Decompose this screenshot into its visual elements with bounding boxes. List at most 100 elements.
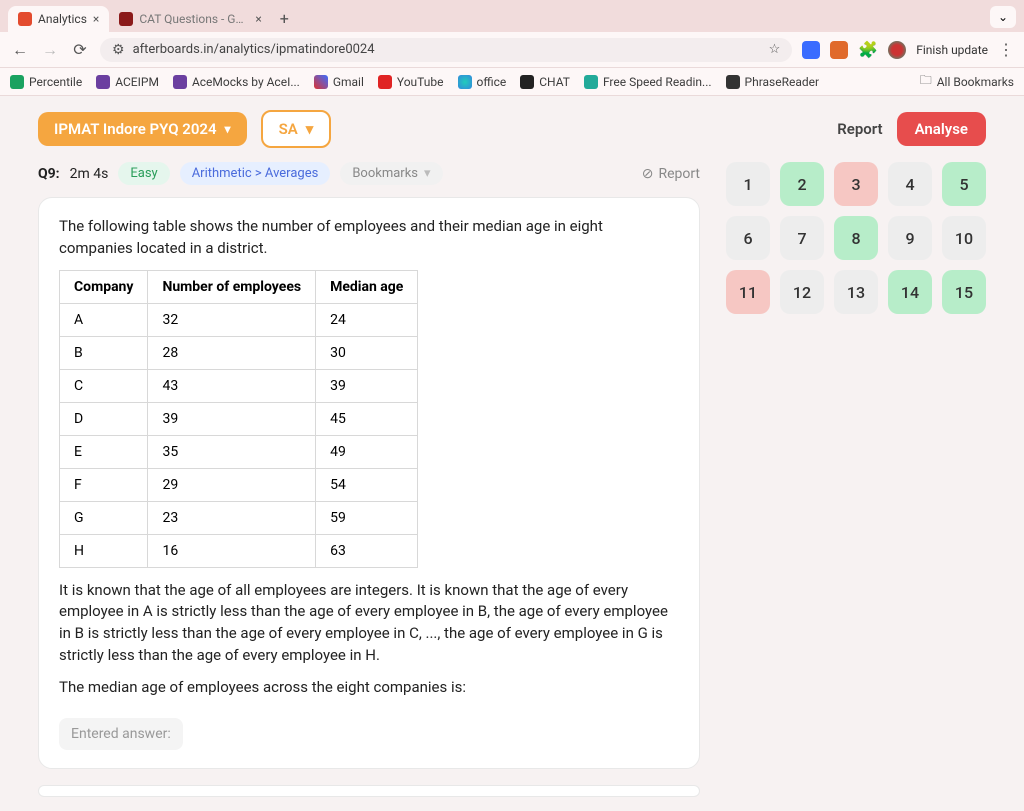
menu-icon[interactable]: ⋮ <box>998 40 1014 59</box>
exam-selector[interactable]: IPMAT Indore PYQ 2024 ▾ <box>38 112 247 146</box>
table-cell: 54 <box>316 468 418 501</box>
chevron-down-icon: ▾ <box>306 120 314 138</box>
back-button[interactable]: ← <box>10 40 30 60</box>
favicon-cat <box>119 12 133 26</box>
table-row: G2359 <box>60 501 418 534</box>
extension-icon-2[interactable] <box>830 41 848 59</box>
bookmark-phrasereader[interactable]: PhraseReader <box>726 75 820 89</box>
address-bar[interactable]: ⚙ afterboards.in/analytics/ipmatindore00… <box>100 38 792 62</box>
question-nav-8[interactable]: 8 <box>834 216 878 260</box>
table-cell: 45 <box>316 402 418 435</box>
forward-button: → <box>40 40 60 60</box>
bookmarks-chip[interactable]: Bookmarks ▾ <box>340 162 442 185</box>
question-nav: 123456789101112131415 <box>726 162 986 797</box>
table-row: A3224 <box>60 303 418 336</box>
table-cell: 16 <box>148 534 316 567</box>
tab-analytics[interactable]: Analytics × <box>8 6 109 32</box>
bookmark-percentile[interactable]: Percentile <box>10 75 82 89</box>
tab-dropdown[interactable]: ⌄ <box>990 6 1016 28</box>
table-cell: 43 <box>148 369 316 402</box>
bookmark-chat[interactable]: CHAT <box>520 75 570 89</box>
table-row: F2954 <box>60 468 418 501</box>
table-cell: H <box>60 534 148 567</box>
data-table: CompanyNumber of employeesMedian age A32… <box>59 270 418 568</box>
table-cell: 39 <box>148 402 316 435</box>
entered-answer-label: Entered answer: <box>71 726 171 742</box>
question-nav-9[interactable]: 9 <box>888 216 932 260</box>
table-cell: E <box>60 435 148 468</box>
chevron-down-icon: ▾ <box>424 166 431 181</box>
table-row: E3549 <box>60 435 418 468</box>
report-question[interactable]: ⊘ Report <box>642 166 700 182</box>
table-cell: 29 <box>148 468 316 501</box>
bookmark-gmail[interactable]: Gmail <box>314 75 364 89</box>
table-cell: 24 <box>316 303 418 336</box>
question-intro: The following table shows the number of … <box>59 216 679 260</box>
bookmark-acemocks[interactable]: AceMocks by AceI... <box>173 75 300 89</box>
question-nav-2[interactable]: 2 <box>780 162 824 206</box>
bookmark-aceipm[interactable]: ACEIPM <box>96 75 159 89</box>
question-meta: Q9: 2m 4s Easy Arithmetic > Averages Boo… <box>38 162 700 185</box>
question-nav-14[interactable]: 14 <box>888 270 932 314</box>
folder-icon: 🗀 <box>920 71 932 92</box>
extension-icon-1[interactable] <box>802 41 820 59</box>
extensions-icon[interactable]: 🧩 <box>858 40 878 59</box>
question-para1: It is known that the age of all employee… <box>59 580 679 667</box>
bookmark-star-icon[interactable]: ☆ <box>769 42 781 57</box>
alert-icon: ⊘ <box>642 166 654 182</box>
difficulty-chip: Easy <box>118 162 169 185</box>
question-nav-12[interactable]: 12 <box>780 270 824 314</box>
question-time: 2m 4s <box>70 166 109 182</box>
question-nav-4[interactable]: 4 <box>888 162 932 206</box>
profile-avatar[interactable] <box>888 41 906 59</box>
table-cell: 32 <box>148 303 316 336</box>
bookmark-youtube[interactable]: YouTube <box>378 75 444 89</box>
table-cell: B <box>60 336 148 369</box>
bookmark-office[interactable]: office <box>458 75 507 89</box>
question-para2: The median age of employees across the e… <box>59 677 679 699</box>
bookmarks-bar: Percentile ACEIPM AceMocks by AceI... Gm… <box>0 68 1024 96</box>
entered-answer: Entered answer: <box>59 718 183 750</box>
table-cell: 30 <box>316 336 418 369</box>
question-nav-7[interactable]: 7 <box>780 216 824 260</box>
question-nav-5[interactable]: 5 <box>942 162 986 206</box>
section-selector[interactable]: SA ▾ <box>261 110 332 148</box>
table-header: Company <box>60 270 148 303</box>
table-cell: G <box>60 501 148 534</box>
reload-button[interactable]: ⟳ <box>70 40 90 59</box>
question-nav-10[interactable]: 10 <box>942 216 986 260</box>
table-cell: 23 <box>148 501 316 534</box>
table-cell: 28 <box>148 336 316 369</box>
table-cell: 35 <box>148 435 316 468</box>
question-nav-13[interactable]: 13 <box>834 270 878 314</box>
table-cell: D <box>60 402 148 435</box>
question-nav-6[interactable]: 6 <box>726 216 770 260</box>
table-cell: 49 <box>316 435 418 468</box>
all-bookmarks[interactable]: 🗀All Bookmarks <box>920 71 1014 92</box>
table-cell: 59 <box>316 501 418 534</box>
url-text: afterboards.in/analytics/ipmatindore0024 <box>133 42 375 57</box>
bookmark-freespeed[interactable]: Free Speed Readin... <box>584 75 712 89</box>
browser-toolbar: ← → ⟳ ⚙ afterboards.in/analytics/ipmatin… <box>0 32 1024 68</box>
close-icon[interactable]: × <box>93 12 99 26</box>
question-id: Q9: <box>38 166 60 182</box>
tab-cat-questions[interactable]: CAT Questions - Geometry C × <box>109 6 271 32</box>
report-label: Report <box>658 166 700 182</box>
exam-label: IPMAT Indore PYQ 2024 <box>54 120 217 138</box>
favicon-analytics <box>18 12 32 26</box>
question-nav-1[interactable]: 1 <box>726 162 770 206</box>
browser-tabstrip: Analytics × CAT Questions - Geometry C ×… <box>0 0 1024 32</box>
question-nav-11[interactable]: 11 <box>726 270 770 314</box>
analyse-tab[interactable]: Analyse <box>897 112 986 146</box>
question-nav-15[interactable]: 15 <box>942 270 986 314</box>
close-icon[interactable]: × <box>255 12 261 26</box>
report-tab[interactable]: Report <box>837 120 882 138</box>
tab-title: Analytics <box>38 12 87 26</box>
question-nav-3[interactable]: 3 <box>834 162 878 206</box>
table-header: Median age <box>316 270 418 303</box>
site-info-icon[interactable]: ⚙ <box>112 42 125 58</box>
question-card: The following table shows the number of … <box>38 197 700 769</box>
finish-update-button[interactable]: Finish update <box>916 43 988 57</box>
topic-chip[interactable]: Arithmetic > Averages <box>180 162 331 185</box>
new-tab-button[interactable]: + <box>272 5 297 32</box>
